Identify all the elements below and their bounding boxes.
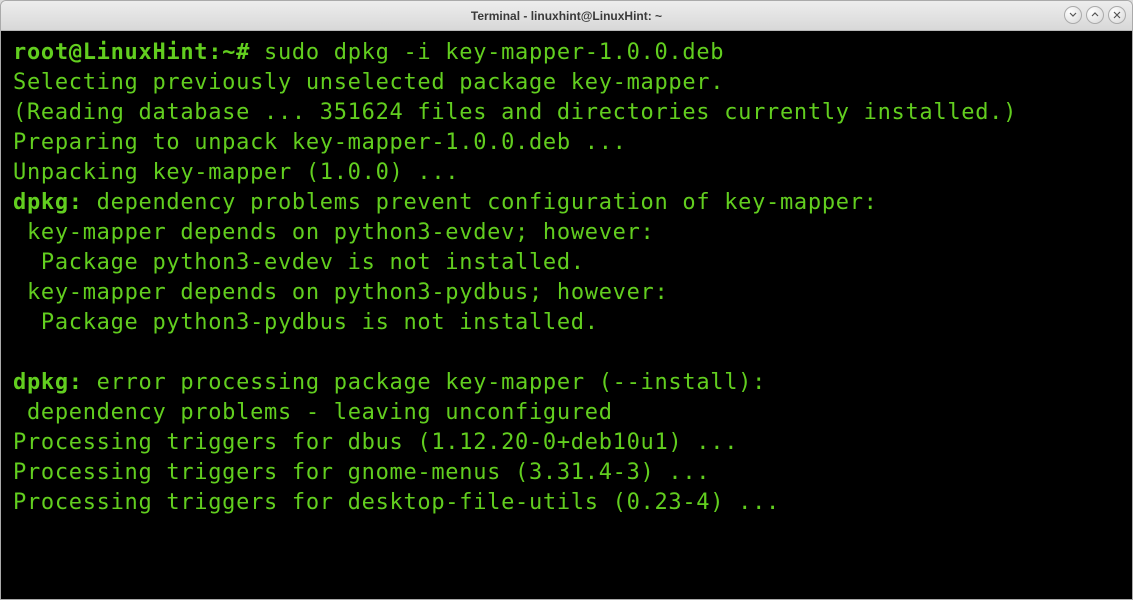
- window-title: Terminal - linuxhint@LinuxHint: ~: [471, 9, 662, 23]
- minimize-button[interactable]: [1064, 6, 1082, 24]
- close-icon: [1113, 11, 1121, 19]
- dpkg-prefix: dpkg:: [13, 370, 83, 395]
- terminal-window: Terminal - linuxhint@LinuxHint: ~ root@L…: [0, 0, 1133, 600]
- maximize-button[interactable]: [1086, 6, 1104, 24]
- maximize-icon: [1091, 11, 1099, 19]
- prompt: root@LinuxHint:~#: [13, 40, 250, 65]
- window-controls: [1064, 6, 1126, 24]
- terminal-body[interactable]: root@LinuxHint:~# sudo dpkg -i key-mappe…: [1, 31, 1132, 599]
- titlebar[interactable]: Terminal - linuxhint@LinuxHint: ~: [1, 1, 1132, 31]
- minimize-icon: [1069, 11, 1077, 19]
- dpkg-prefix: dpkg:: [13, 190, 83, 215]
- close-button[interactable]: [1108, 6, 1126, 24]
